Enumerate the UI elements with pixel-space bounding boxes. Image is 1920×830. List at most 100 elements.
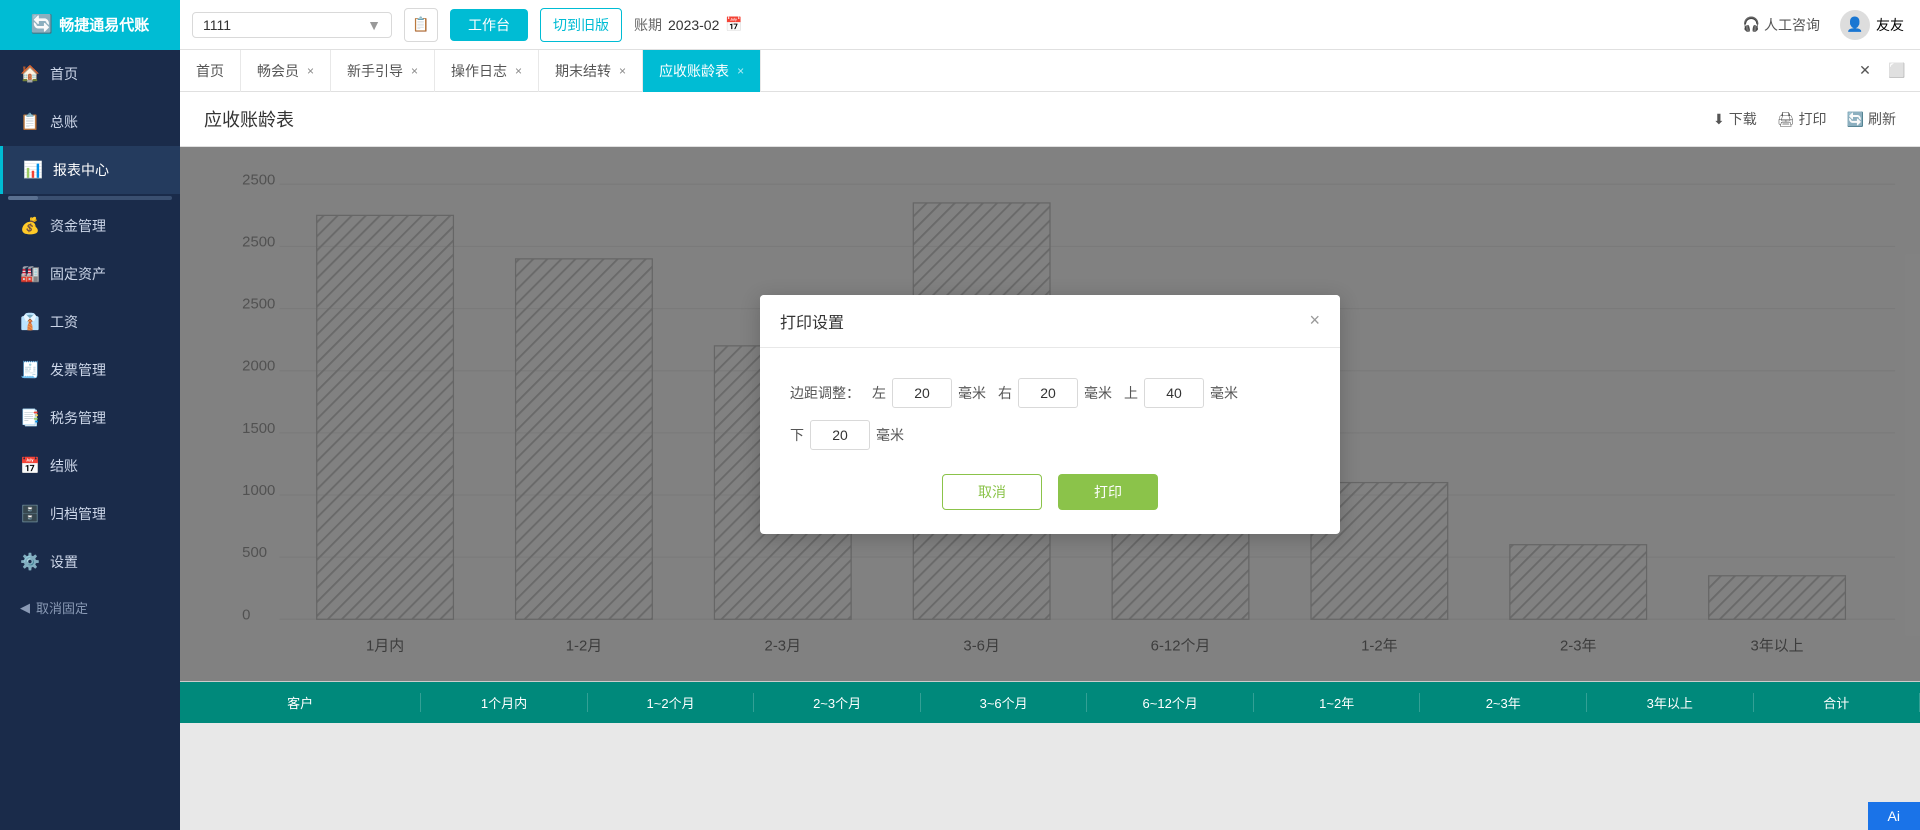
ledger-icon: 📋	[20, 112, 40, 132]
col-1month: 1个月内	[421, 693, 588, 712]
collapse-label: 取消固定	[36, 598, 88, 617]
tab-oplog-label: 操作日志	[451, 61, 507, 81]
sidebar-label-assets: 固定资产	[50, 264, 106, 284]
maximize-tab-action[interactable]: ⬜	[1882, 56, 1912, 86]
print-icon: 🖨	[1777, 111, 1795, 128]
sidebar-item-archive[interactable]: 🗄️ 归档管理	[0, 490, 180, 538]
download-button[interactable]: ⬇ 下载	[1713, 109, 1757, 129]
sidebar-item-tax[interactable]: 📑 税务管理	[0, 394, 180, 442]
pin-icon: ◀	[20, 600, 30, 616]
tab-receivable[interactable]: 应收账龄表 ×	[643, 50, 761, 92]
chevron-down-icon: ▼	[367, 17, 381, 33]
bottom-unit: 毫米	[876, 425, 904, 445]
sidebar: 🏠 首页 📋 总账 📊 报表中心 💰 资金管理 🏭 固定资产 👔 工资 🧾	[0, 50, 180, 830]
salary-icon: 👔	[20, 312, 40, 332]
close-tab-action[interactable]: ✕	[1850, 56, 1880, 86]
col-1-2month: 1~2个月	[588, 693, 755, 712]
tab-home[interactable]: 首页	[180, 50, 241, 92]
sidebar-item-home[interactable]: 🏠 首页	[0, 50, 180, 98]
tab-oplog[interactable]: 操作日志 ×	[435, 50, 539, 92]
print-settings-modal: 打印设置 × 边距调整： 左 毫米	[760, 295, 1340, 534]
print-confirm-button[interactable]: 打印	[1058, 474, 1158, 510]
ai-badge[interactable]: Ai	[1868, 802, 1920, 830]
sidebar-collapse[interactable]: ◀ 取消固定	[0, 586, 180, 629]
chart-area: 2500 2500 2500 2000 1500 1000 500 0	[180, 147, 1920, 681]
modal-close-icon[interactable]: ×	[1309, 310, 1320, 331]
col-3year-plus: 3年以上	[1587, 693, 1754, 712]
sidebar-item-salary[interactable]: 👔 工资	[0, 298, 180, 346]
company-select[interactable]: 1111 ▼	[192, 12, 392, 38]
tab-oplog-close[interactable]: ×	[515, 64, 522, 78]
archive-icon: 🗄️	[20, 504, 40, 524]
tab-member-label: 畅会员	[257, 61, 299, 81]
home-icon: 🏠	[20, 64, 40, 84]
refresh-button[interactable]: 🔄 刷新	[1847, 109, 1896, 129]
print-label: 打印	[1799, 109, 1827, 129]
page-content: 应收账龄表 ⬇ 下载 🖨 打印 🔄 刷新	[180, 92, 1920, 830]
col-total: 合计	[1754, 693, 1920, 712]
tab-guide[interactable]: 新手引导 ×	[331, 50, 435, 92]
settings-icon: ⚙️	[20, 552, 40, 572]
refresh-icon: 🔄	[1847, 111, 1864, 128]
top-margin-group: 上 毫米	[1124, 378, 1238, 408]
sidebar-item-funds[interactable]: 💰 资金管理	[0, 202, 180, 250]
left-margin-group: 左 毫米	[872, 378, 986, 408]
consult-button[interactable]: 🎧 人工咨询	[1743, 15, 1820, 35]
tab-member-close[interactable]: ×	[307, 64, 314, 78]
sidebar-scrollbar-thumb	[8, 196, 38, 200]
right-label: 右	[998, 383, 1012, 403]
sidebar-item-reports[interactable]: 📊 报表中心	[0, 146, 180, 194]
bottom-margin-input[interactable]	[810, 420, 870, 450]
sidebar-item-assets[interactable]: 🏭 固定资产	[0, 250, 180, 298]
consult-label: 人工咨询	[1764, 15, 1820, 35]
invoice-icon: 🧾	[20, 360, 40, 380]
left-margin-input[interactable]	[892, 378, 952, 408]
modal-body: 边距调整： 左 毫米 右 毫米	[760, 348, 1340, 474]
top-margin-input[interactable]	[1144, 378, 1204, 408]
calendar-icon[interactable]: 📅	[725, 16, 742, 33]
tab-receivable-close[interactable]: ×	[737, 64, 744, 78]
copy-icon[interactable]: 📋	[404, 8, 438, 42]
switch-version-button[interactable]: 切到旧版	[540, 8, 622, 42]
headset-icon: 🎧	[1743, 16, 1760, 33]
settlement-icon: 📅	[20, 456, 40, 476]
tab-receivable-label: 应收账龄表	[659, 61, 729, 81]
tab-period-end-close[interactable]: ×	[619, 64, 626, 78]
tax-icon: 📑	[20, 408, 40, 428]
bottom-margin-group: 下 毫米	[790, 420, 904, 450]
margin-row: 边距调整： 左 毫米 右 毫米	[790, 378, 1310, 450]
right-unit: 毫米	[1084, 383, 1112, 403]
refresh-label: 刷新	[1868, 109, 1896, 129]
right-margin-input[interactable]	[1018, 378, 1078, 408]
sidebar-label-funds: 资金管理	[50, 216, 106, 236]
tab-period-end[interactable]: 期末结转 ×	[539, 50, 643, 92]
page-header: 应收账龄表 ⬇ 下载 🖨 打印 🔄 刷新	[180, 92, 1920, 147]
user-area[interactable]: 👤 友友	[1840, 10, 1904, 40]
left-label: 左	[872, 383, 886, 403]
tab-member[interactable]: 畅会员 ×	[241, 50, 331, 92]
sidebar-item-ledger[interactable]: 📋 总账	[0, 98, 180, 146]
page-title: 应收账龄表	[204, 106, 294, 132]
tab-period-end-label: 期末结转	[555, 61, 611, 81]
sidebar-item-settlement[interactable]: 📅 结账	[0, 442, 180, 490]
col-6-12month: 6~12个月	[1087, 693, 1254, 712]
sidebar-label-reports: 报表中心	[53, 160, 109, 180]
sidebar-label-archive: 归档管理	[50, 504, 106, 524]
print-button[interactable]: 🖨 打印	[1777, 109, 1827, 129]
cancel-button[interactable]: 取消	[942, 474, 1042, 510]
tab-home-label: 首页	[196, 61, 224, 81]
avatar: 👤	[1840, 10, 1870, 40]
sidebar-item-settings[interactable]: ⚙️ 设置	[0, 538, 180, 586]
assets-icon: 🏭	[20, 264, 40, 284]
top-right: 🎧 人工咨询 👤 友友	[1743, 10, 1904, 40]
tab-guide-close[interactable]: ×	[411, 64, 418, 78]
logo-icon: 🔄	[31, 14, 53, 35]
workbench-button[interactable]: 工作台	[450, 9, 528, 41]
ai-label: Ai	[1888, 808, 1900, 824]
col-2-3year: 2~3年	[1420, 693, 1587, 712]
logo: 🔄 畅捷通易代账	[0, 0, 180, 50]
sidebar-item-invoice[interactable]: 🧾 发票管理	[0, 346, 180, 394]
col-2-3month: 2~3个月	[754, 693, 921, 712]
top-label: 上	[1124, 383, 1138, 403]
download-label: 下载	[1729, 109, 1757, 129]
